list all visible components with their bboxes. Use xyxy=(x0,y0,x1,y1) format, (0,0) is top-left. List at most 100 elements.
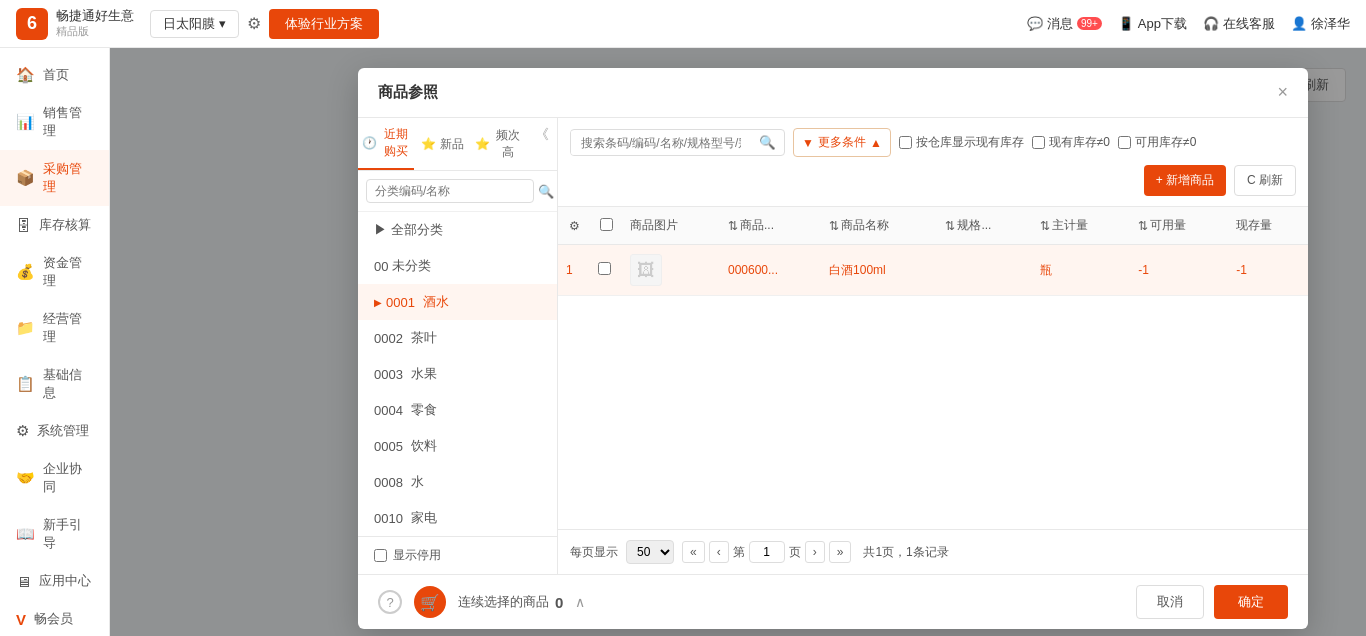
category-item-0005[interactable]: 0005 饮料 xyxy=(358,428,557,464)
category-search-input[interactable] xyxy=(366,179,534,203)
available-nonzero-checkbox[interactable] xyxy=(1032,136,1045,149)
sidebar-item-inventory[interactable]: 🗄 库存核算 xyxy=(0,206,109,244)
select-all-checkbox[interactable] xyxy=(600,218,613,231)
col-name[interactable]: ⇅ 商品名称 xyxy=(821,207,937,245)
cancel-btn[interactable]: 取消 xyxy=(1136,585,1204,619)
add-product-btn[interactable]: + 新增商品 xyxy=(1144,165,1226,196)
pagination: 每页显示 50 « ‹ 第 页 › » 共1页 xyxy=(558,529,1308,574)
online-service-btn[interactable]: 🎧 在线客服 xyxy=(1203,15,1275,33)
show-disabled-label[interactable]: 显示停用 xyxy=(393,547,441,564)
sidebar-label-operations: 经营管理 xyxy=(43,310,93,346)
app-download-btn[interactable]: 📱 App下载 xyxy=(1118,15,1187,33)
next-page-btn[interactable]: › xyxy=(805,541,825,563)
basic-icon: 📋 xyxy=(16,375,35,393)
tab-recent-purchase[interactable]: 🕐 近期购买 xyxy=(358,118,414,170)
modal-header: 商品参照 × xyxy=(358,68,1308,118)
per-page-select[interactable]: 50 xyxy=(626,540,674,564)
product-panel: 🔍 ▼ 更多条件 ▲ 按仓库显示现有库存 xyxy=(558,118,1308,574)
prev-page-btn[interactable]: ‹ xyxy=(709,541,729,563)
tab-frequent[interactable]: ⭐ 频次高 xyxy=(471,118,527,170)
col-settings[interactable]: ⚙ xyxy=(558,207,590,245)
apps-icon: 🖥 xyxy=(16,573,31,590)
sidebar-item-purchase[interactable]: 📦 采购管理 xyxy=(0,150,109,206)
warehouse-stock-checkbox[interactable] xyxy=(899,136,912,149)
category-list: ▶ 全部分类 00 未分类 ▶ 0001 酒水 0002 xyxy=(358,212,557,536)
row-checkbox[interactable] xyxy=(590,245,622,296)
messages-btn[interactable]: 💬 消息 99+ xyxy=(1027,15,1102,33)
collab-icon: 🤝 xyxy=(16,469,35,487)
sort-icon: ⇅ xyxy=(728,219,738,233)
phone-icon: 📱 xyxy=(1118,16,1134,31)
sidebar-label-collab: 企业协同 xyxy=(43,460,93,496)
table-header: ⚙ 商品图片 xyxy=(558,207,1308,245)
page-number-input[interactable] xyxy=(749,541,785,563)
page-total: 共1页，1条记录 xyxy=(863,544,948,561)
modal-title: 商品参照 xyxy=(378,83,438,102)
tab-new-product[interactable]: ⭐ 新品 xyxy=(414,118,470,170)
collapse-panel-btn[interactable]: 《 xyxy=(527,118,557,170)
row-image: 🖼 xyxy=(622,245,720,296)
row-code: 000600... xyxy=(720,245,821,296)
sidebar-item-home[interactable]: 🏠 首页 xyxy=(0,56,109,94)
product-toolbar: 🔍 ▼ 更多条件 ▲ 按仓库显示现有库存 xyxy=(558,118,1308,207)
confirm-btn[interactable]: 确定 xyxy=(1214,585,1288,619)
modal-body: 🕐 近期购买 ⭐ 新品 ⭐ 频次高 《 xyxy=(358,118,1308,574)
page-unit: 页 xyxy=(789,544,801,561)
logo-area: 6 畅捷通好生意 精品版 xyxy=(16,8,134,40)
sidebar-item-member[interactable]: V 畅会员 xyxy=(0,600,109,636)
sidebar-item-collab[interactable]: 🤝 企业协同 xyxy=(0,450,109,506)
category-item-all[interactable]: ▶ 全部分类 xyxy=(358,212,557,248)
all-categories-label: ▶ 全部分类 xyxy=(374,221,443,239)
sidebar-item-apps[interactable]: 🖥 应用中心 xyxy=(0,562,109,600)
product-table: ⚙ 商品图片 xyxy=(558,207,1308,296)
modal-close-btn[interactable]: × xyxy=(1277,82,1288,103)
user-avatar[interactable]: 👤 徐泽华 xyxy=(1291,15,1350,33)
operations-icon: 📁 xyxy=(16,319,35,337)
category-item-00[interactable]: 00 未分类 xyxy=(358,248,557,284)
category-item-0010[interactable]: 0010 家电 xyxy=(358,500,557,536)
col-unit[interactable]: ⇅ 主计量 xyxy=(1032,207,1130,245)
chevron-down-icon: ▾ xyxy=(219,16,226,31)
category-item-0008[interactable]: 0008 水 xyxy=(358,464,557,500)
more-filter-btn[interactable]: ▼ 更多条件 ▲ xyxy=(793,128,891,157)
category-item-0003[interactable]: 0003 水果 xyxy=(358,356,557,392)
collapse-footer-btn[interactable]: ∧ xyxy=(575,594,585,610)
help-icon[interactable]: ? xyxy=(378,590,402,614)
toolbar-right: + 新增商品 C 刷新 xyxy=(1144,165,1296,196)
refresh-product-btn[interactable]: C 刷新 xyxy=(1234,165,1296,196)
category-panel: 🕐 近期购买 ⭐ 新品 ⭐ 频次高 《 xyxy=(358,118,558,574)
product-search-input[interactable] xyxy=(571,131,751,155)
sidebar-item-basic[interactable]: 📋 基础信息 xyxy=(0,356,109,412)
gear-icon[interactable]: ⚙ xyxy=(247,14,261,33)
category-item-0004[interactable]: 0004 零食 xyxy=(358,392,557,428)
sidebar-label-system: 系统管理 xyxy=(37,422,89,440)
sidebar-item-finance[interactable]: 💰 资金管理 xyxy=(0,244,109,300)
product-table-container: ⚙ 商品图片 xyxy=(558,207,1308,529)
tenant-selector[interactable]: 日太阳膜 ▾ xyxy=(150,10,239,38)
sidebar-item-sales[interactable]: 📊 销售管理 xyxy=(0,94,109,150)
row-unit: 瓶 xyxy=(1032,245,1130,296)
message-icon: 💬 xyxy=(1027,16,1043,31)
category-item-0001[interactable]: ▶ 0001 酒水 xyxy=(358,284,557,320)
category-search-icon[interactable]: 🔍 xyxy=(538,184,554,199)
table-body: 1 🖼 000600... xyxy=(558,245,1308,296)
system-icon: ⚙ xyxy=(16,422,29,440)
col-spec[interactable]: ⇅ 规格... xyxy=(937,207,1032,245)
table-row[interactable]: 1 🖼 000600... xyxy=(558,245,1308,296)
col-available[interactable]: ⇅ 可用量 xyxy=(1130,207,1228,245)
col-stock[interactable]: 现存量 xyxy=(1228,207,1308,245)
cart-icon[interactable]: 🛒 xyxy=(414,586,446,618)
last-page-btn[interactable]: » xyxy=(829,541,852,563)
sidebar-item-guide[interactable]: 📖 新手引导 xyxy=(0,506,109,562)
category-item-0002[interactable]: 0002 茶叶 xyxy=(358,320,557,356)
sidebar-label-apps: 应用中心 xyxy=(39,572,91,590)
sidebar-item-operations[interactable]: 📁 经营管理 xyxy=(0,300,109,356)
experience-btn[interactable]: 体验行业方案 xyxy=(269,9,379,39)
search-submit-btn[interactable]: 🔍 xyxy=(751,130,784,155)
col-code[interactable]: ⇅ 商品... xyxy=(720,207,821,245)
row-spec xyxy=(937,245,1032,296)
show-disabled-checkbox[interactable] xyxy=(374,549,387,562)
usable-nonzero-checkbox[interactable] xyxy=(1118,136,1131,149)
sidebar-item-system[interactable]: ⚙ 系统管理 xyxy=(0,412,109,450)
first-page-btn[interactable]: « xyxy=(682,541,705,563)
